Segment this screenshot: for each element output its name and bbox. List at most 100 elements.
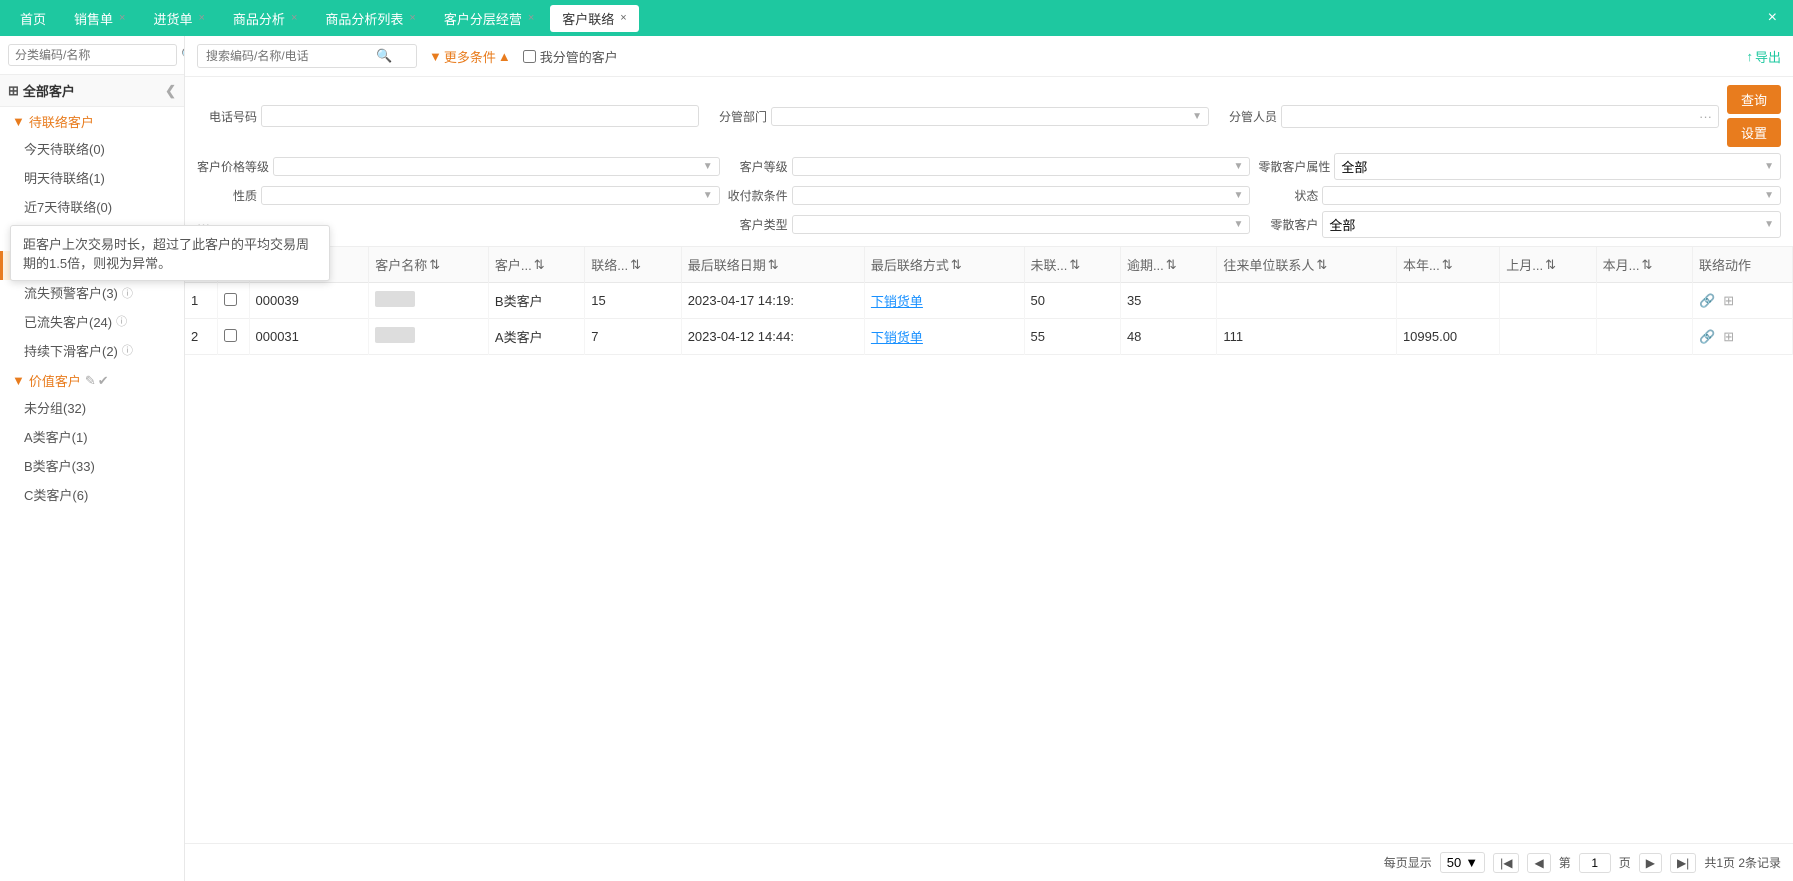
search-icon[interactable]: 🔍 bbox=[376, 48, 392, 64]
value-customer-edit-icon[interactable]: ✎ bbox=[85, 373, 96, 389]
next-page-button[interactable]: ▶ bbox=[1639, 853, 1662, 873]
col-last-contact-method[interactable]: 最后联络方式 ⇅ bbox=[864, 247, 1024, 283]
dept-select[interactable]: ▼ bbox=[771, 107, 1209, 126]
cell-last-month bbox=[1500, 283, 1596, 319]
nav-tab-home[interactable]: 首页 bbox=[8, 5, 58, 32]
sidebar-item-b-class[interactable]: B类客户(33) bbox=[0, 453, 184, 482]
col-customer-name[interactable]: 客户名称 ⇅ bbox=[369, 247, 489, 283]
page-number-input[interactable] bbox=[1579, 853, 1611, 873]
col-related-contact[interactable]: 往来单位联系人 ⇅ bbox=[1217, 247, 1397, 283]
nav-tab-purchase-close[interactable]: × bbox=[198, 12, 204, 24]
nav-tab-sales[interactable]: 销售单 × bbox=[62, 5, 137, 32]
sidebar-value-customer-group[interactable]: ▼ 价值客户 ✎ ✔ bbox=[0, 366, 184, 395]
nav-tab-analysis-list-close[interactable]: × bbox=[409, 12, 415, 24]
col-overdue[interactable]: 逾期... ⇅ bbox=[1120, 247, 1216, 283]
sidebar-item-ungrouped[interactable]: 未分组(32) bbox=[0, 395, 184, 424]
sidebar-item-lost-actual[interactable]: 已流失客户(24) ⓘ bbox=[0, 309, 184, 338]
price-level-label: 客户价格等级 bbox=[197, 158, 269, 175]
cell-code: 000031 bbox=[249, 319, 369, 355]
col-this-month[interactable]: 本月... ⇅ bbox=[1596, 247, 1692, 283]
window-close-button[interactable]: × bbox=[1760, 9, 1785, 27]
first-page-button[interactable]: |◀ bbox=[1493, 853, 1519, 873]
col-current-year[interactable]: 本年... ⇅ bbox=[1396, 247, 1499, 283]
sidebar-item-today-pending-label: 今天待联络(0) bbox=[24, 142, 105, 157]
sidebar-item-ungruped-label: 未分组(32) bbox=[24, 401, 86, 416]
nav-tab-customer-contact-label: 客户联络 bbox=[562, 9, 614, 28]
more-conditions-button[interactable]: ▼ 更多条件 ▲ bbox=[429, 47, 511, 66]
cell-name bbox=[369, 319, 489, 355]
sidebar-search-input[interactable] bbox=[8, 44, 177, 66]
person-dots[interactable]: ··· bbox=[1699, 109, 1712, 124]
my-customer-checkbox[interactable] bbox=[523, 50, 536, 63]
cell-this-month bbox=[1596, 283, 1692, 319]
action-grid-icon[interactable]: ⊞ bbox=[1723, 293, 1734, 309]
filter-field-retail-customer: 零散客户 全部 ▼ bbox=[1258, 211, 1781, 238]
sidebar-pending-contact-group[interactable]: ▼ 待联络客户 bbox=[0, 107, 184, 136]
col-last-contact-date[interactable]: 最后联络日期 ⇅ bbox=[681, 247, 864, 283]
sidebar-item-c-class[interactable]: C类客户(6) bbox=[0, 482, 184, 511]
sidebar-item-7days-pending[interactable]: 近7天待联络(0) bbox=[0, 194, 184, 223]
row-checkbox[interactable] bbox=[224, 293, 237, 306]
col-unlink-count[interactable]: 未联... ⇅ bbox=[1024, 247, 1120, 283]
col-customer-type[interactable]: 客户... ⇅ bbox=[488, 247, 584, 283]
col-actions: 联络动作 bbox=[1693, 247, 1793, 283]
nav-tab-customer-tier[interactable]: 客户分层经营 × bbox=[432, 5, 546, 32]
nav-tab-purchase[interactable]: 进货单 × bbox=[141, 5, 216, 32]
page-size-select[interactable]: 50 ▼ bbox=[1440, 852, 1485, 873]
sidebar-item-lost-actual-label: 已流失客户(24) bbox=[24, 313, 112, 334]
nav-tab-customer-contact[interactable]: 客户联络 × bbox=[550, 5, 638, 32]
export-button[interactable]: ↑ 导出 bbox=[1746, 47, 1781, 66]
col-contact-count[interactable]: 联络... ⇅ bbox=[585, 247, 681, 283]
retail-customer-select[interactable]: 全部 ▼ bbox=[1322, 211, 1781, 238]
sidebar-item-b-class-label: B类客户(33) bbox=[24, 459, 95, 474]
prev-page-button[interactable]: ◀ bbox=[1527, 853, 1550, 873]
nav-tab-analysis[interactable]: 商品分析 × bbox=[221, 5, 309, 32]
filter-field-phone: 电话号码 bbox=[197, 105, 699, 127]
phone-input[interactable] bbox=[261, 105, 699, 127]
query-button[interactable]: 查询 bbox=[1727, 85, 1781, 114]
col-customer-type-label: 客户... bbox=[495, 255, 532, 274]
sidebar-item-lost-pre[interactable]: 流失预警客户(3) ⓘ bbox=[0, 280, 184, 309]
nav-tab-analysis-close[interactable]: × bbox=[291, 12, 297, 24]
sidebar-item-tomorrow-pending[interactable]: 明天待联络(1) bbox=[0, 165, 184, 194]
row-checkbox[interactable] bbox=[224, 329, 237, 342]
sidebar-item-a-class[interactable]: A类客户(1) bbox=[0, 424, 184, 453]
sidebar-item-continuous-decline[interactable]: 持续下滑客户(2) ⓘ bbox=[0, 338, 184, 367]
payment-select[interactable]: ▼ bbox=[792, 186, 1251, 205]
status-select[interactable]: ▼ bbox=[1322, 186, 1781, 205]
gender-select[interactable]: ▼ bbox=[261, 186, 720, 205]
setting-button[interactable]: 设置 bbox=[1727, 118, 1781, 147]
col-last-month[interactable]: 上月... ⇅ bbox=[1500, 247, 1596, 283]
payment-label: 收付款条件 bbox=[728, 187, 788, 204]
cell-no: 1 bbox=[185, 283, 217, 319]
sidebar-collapse-btn[interactable]: ❮ bbox=[165, 83, 176, 99]
page-label-prefix: 第 bbox=[1559, 854, 1571, 871]
nav-tab-customer-tier-close[interactable]: × bbox=[528, 12, 534, 24]
col-customer-type-sort: ⇅ bbox=[534, 257, 545, 273]
last-page-button[interactable]: ▶| bbox=[1670, 853, 1696, 873]
customer-type-select[interactable]: ▼ bbox=[792, 215, 1251, 234]
filter-field-retail-attr: 零散客户属性 全部 ▼ bbox=[1258, 153, 1781, 180]
nav-tab-customer-contact-close[interactable]: × bbox=[620, 12, 626, 24]
col-customer-name-sort: ⇅ bbox=[429, 257, 440, 273]
action-link-icon[interactable]: 🔗 bbox=[1699, 293, 1715, 309]
action-link-icon[interactable]: 🔗 bbox=[1699, 329, 1715, 345]
last-contact-method-link[interactable]: 下销货单 bbox=[871, 330, 923, 345]
action-grid-icon[interactable]: ⊞ bbox=[1723, 329, 1734, 345]
query-buttons: 查询 设置 bbox=[1727, 85, 1781, 147]
sidebar-item-lost-pre-label: 流失预警客户(3) bbox=[24, 284, 118, 305]
status-caret: ▼ bbox=[1764, 190, 1774, 201]
sidebar-item-today-pending[interactable]: 今天待联络(0) bbox=[0, 136, 184, 165]
customer-type-label: 客户类型 bbox=[728, 216, 788, 233]
nav-tab-analysis-list[interactable]: 商品分析列表 × bbox=[313, 5, 427, 32]
price-level-select[interactable]: ▼ bbox=[273, 157, 720, 176]
search-input[interactable] bbox=[206, 49, 376, 63]
nav-tab-sales-close[interactable]: × bbox=[119, 12, 125, 24]
cell-unlink-count: 50 bbox=[1024, 283, 1120, 319]
last-contact-method-link[interactable]: 下销货单 bbox=[871, 294, 923, 309]
customer-level-select[interactable]: ▼ bbox=[792, 157, 1251, 176]
retail-attr-select[interactable]: 全部 ▼ bbox=[1334, 153, 1781, 180]
tooltip-text: 距客户上次交易时长，超过了此客户的平均交易周期的1.5倍，则视为异常。 bbox=[23, 237, 309, 271]
page-label: 页 bbox=[1619, 854, 1631, 871]
person-select[interactable]: ··· bbox=[1281, 105, 1719, 128]
